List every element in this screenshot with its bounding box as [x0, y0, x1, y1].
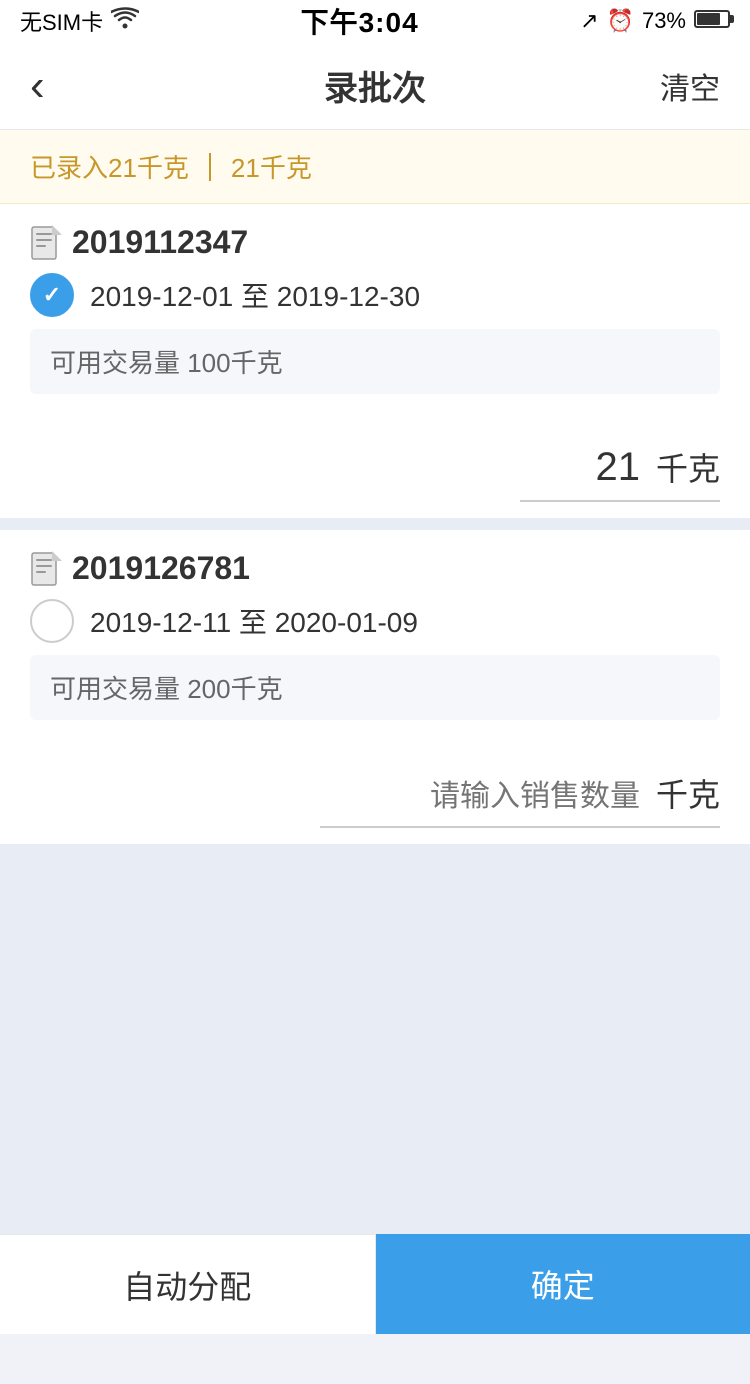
battery-icon: [694, 8, 730, 34]
separator-1: [0, 518, 750, 530]
auto-distribute-button[interactable]: 自动分配: [0, 1234, 376, 1334]
batch2-date-range: 2019-12-11 至 2020-01-09: [90, 601, 418, 641]
batch2-available: 可用交易量 200千克: [30, 655, 720, 720]
batch1-amount-value: 21: [595, 445, 640, 490]
batch1-amount-unit: 千克: [656, 444, 720, 490]
batch1-radio[interactable]: [30, 273, 74, 317]
carrier-text: 无SIM卡: [20, 5, 103, 37]
location-icon: ↗: [580, 8, 598, 34]
batch2-card: 2019126781 2019-12-11 至 2020-01-09 可用交易量…: [0, 530, 750, 750]
page-title: 录批次: [324, 61, 426, 110]
info-banner-value: 21千克: [231, 148, 312, 185]
info-banner: 已录入21千克 21千克: [0, 130, 750, 204]
status-left: 无SIM卡: [20, 5, 139, 37]
batch1-date-range: 2019-12-01 至 2019-12-30: [90, 275, 420, 315]
alarm-icon: ⏰: [607, 8, 634, 34]
batch2-input-row: 千克: [30, 760, 720, 826]
batch1-amount-row: 21 千克: [30, 434, 720, 500]
status-bar: 无SIM卡 下午3:04 ↗ ⏰ 73%: [0, 0, 750, 42]
batch1-available: 可用交易量 100千克: [30, 329, 720, 394]
time-display: 下午3:04: [301, 1, 419, 41]
batch2-input-unit: 千克: [656, 770, 720, 816]
batch1-underline: [520, 500, 720, 502]
empty-area: [0, 844, 750, 1284]
batch2-header: 2019126781: [30, 550, 720, 587]
batch1-header: 2019112347: [30, 224, 720, 261]
clear-button[interactable]: 清空: [660, 64, 720, 108]
info-banner-label: 已录入21千克: [30, 148, 189, 185]
batch1-id: 2019112347: [72, 224, 248, 261]
bottom-bar: 自动分配 确定: [0, 1234, 750, 1334]
batch1-amount-section: 21 千克: [0, 424, 750, 518]
batch2-id: 2019126781: [72, 550, 250, 587]
back-button[interactable]: ‹: [30, 61, 90, 111]
batch2-radio[interactable]: [30, 599, 74, 643]
info-banner-divider: [209, 153, 211, 181]
batch2-quantity-input[interactable]: [340, 780, 640, 814]
batch1-date-row: 2019-12-01 至 2019-12-30: [30, 273, 720, 317]
doc-icon-2: [30, 551, 62, 587]
batch2-underline: [320, 826, 720, 828]
batch2-input-section: 千克: [0, 750, 750, 844]
doc-icon-1: [30, 225, 62, 261]
status-right: ↗ ⏰ 73%: [580, 8, 730, 34]
content-wrapper: 2019112347 2019-12-01 至 2019-12-30 可用交易量…: [0, 204, 750, 1384]
confirm-button[interactable]: 确定: [376, 1234, 750, 1334]
wifi-icon: [111, 7, 139, 35]
nav-bar: ‹ 录批次 清空: [0, 42, 750, 130]
batch1-card: 2019112347 2019-12-01 至 2019-12-30 可用交易量…: [0, 204, 750, 424]
battery-percent: 73%: [642, 8, 686, 34]
batch2-date-row: 2019-12-11 至 2020-01-09: [30, 599, 720, 643]
